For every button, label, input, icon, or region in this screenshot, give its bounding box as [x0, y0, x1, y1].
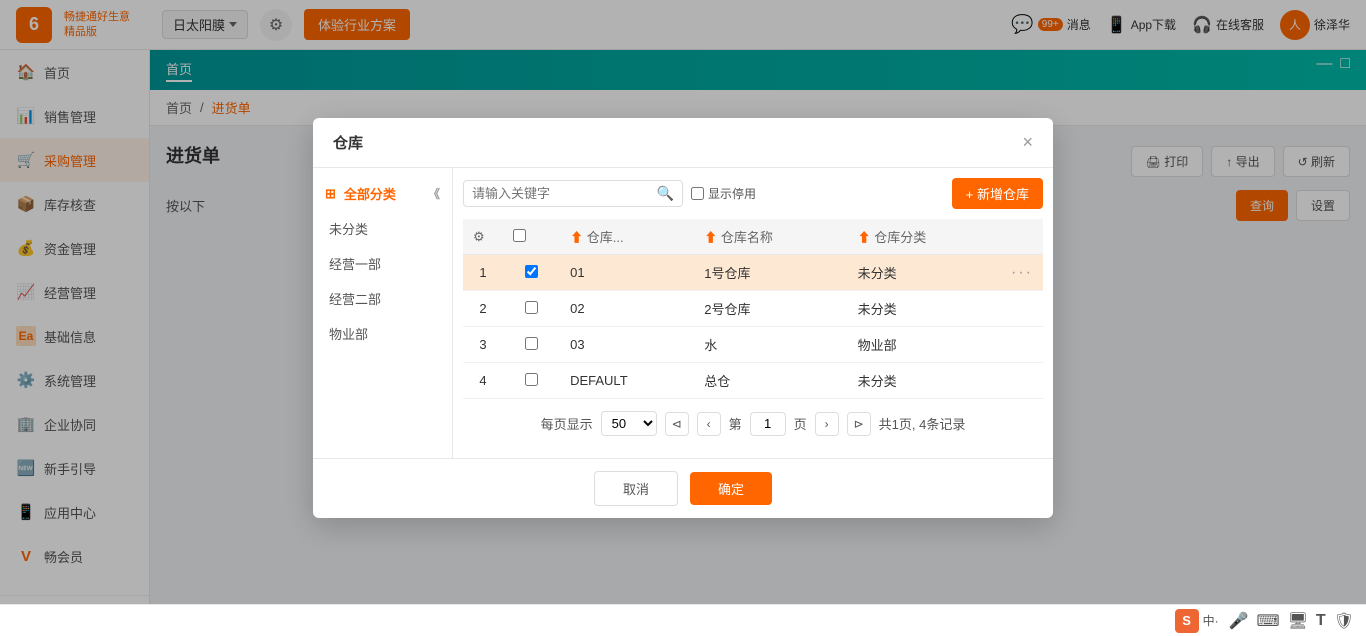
table-row: 2 02 2号仓库 未分类: [463, 291, 1043, 327]
bottom-logo-label: 中·: [1203, 612, 1219, 629]
row-name: 1号仓库: [694, 255, 847, 291]
row-checkbox[interactable]: [503, 291, 560, 327]
s-logo-icon: S: [1175, 609, 1199, 633]
col-settings: ⚙: [463, 219, 503, 255]
cat-item-unclassified[interactable]: 未分类: [313, 211, 452, 246]
row-select-checkbox[interactable]: [525, 337, 538, 350]
last-page-btn[interactable]: ⊳: [847, 412, 871, 436]
row-num: 4: [463, 363, 503, 399]
row-num: 3: [463, 327, 503, 363]
pagination: 每页显示 50 10 20 100 ⊲ ‹ 第 页 › ⊳ 共1页, 4条记录: [463, 399, 1043, 448]
cat-item-dept2[interactable]: 经营二部: [313, 281, 452, 316]
cat-item-property[interactable]: 物业部: [313, 316, 452, 351]
modal-footer: 取消 确定: [313, 458, 1053, 518]
row-name: 总仓: [694, 363, 847, 399]
row-code: 02: [560, 291, 694, 327]
settings-icon[interactable]: ⚙: [473, 229, 485, 244]
warehouse-modal: 仓库 × ⊞ 全部分类 《 未分类 经营一部 经营二部 物业部: [313, 118, 1053, 518]
modal-header: 仓库 ×: [313, 118, 1053, 168]
keyboard-icon[interactable]: ⌨: [1257, 611, 1280, 631]
table-row: 3 03 水 物业部: [463, 327, 1043, 363]
row-category: 物业部: [848, 327, 1001, 363]
collapse-btn[interactable]: 《: [428, 185, 440, 202]
category-panel: ⊞ 全部分类 《 未分类 经营一部 经营二部 物业部: [313, 168, 453, 458]
page-unit: 页: [794, 414, 807, 433]
modal-close-btn[interactable]: ×: [1022, 132, 1033, 153]
row-num: 1: [463, 255, 503, 291]
row-code: DEFAULT: [560, 363, 694, 399]
table-row: 1 01 1号仓库 未分类 ···: [463, 255, 1043, 291]
search-icon[interactable]: 🔍: [657, 185, 674, 202]
row-select-checkbox[interactable]: [525, 373, 538, 386]
search-input[interactable]: [472, 186, 657, 201]
row-actions-cell: [1001, 291, 1043, 327]
first-page-btn[interactable]: ⊲: [665, 412, 689, 436]
modal-overlay: 仓库 × ⊞ 全部分类 《 未分类 经营一部 经营二部 物业部: [0, 0, 1366, 636]
row-actions-cell: ···: [1001, 255, 1043, 291]
table-row: 4 DEFAULT 总仓 未分类: [463, 363, 1043, 399]
col-actions: [1001, 219, 1043, 255]
row-select-checkbox[interactable]: [525, 265, 538, 278]
row-checkbox[interactable]: [503, 363, 560, 399]
confirm-btn[interactable]: 确定: [690, 472, 772, 505]
row-num: 2: [463, 291, 503, 327]
table-toolbar: 🔍 显示停用 + 新增仓库: [463, 178, 1043, 209]
page-input[interactable]: [750, 412, 786, 436]
row-more-btn[interactable]: ···: [1011, 264, 1033, 281]
grid-icon: ⊞: [325, 186, 336, 202]
next-page-btn[interactable]: ›: [815, 412, 839, 436]
row-code: 03: [560, 327, 694, 363]
show-disabled-toggle[interactable]: 显示停用: [691, 185, 756, 202]
monitor-icon[interactable]: 🖥: [1288, 611, 1308, 631]
select-all-checkbox[interactable]: [513, 229, 526, 242]
bottom-icons: 🎤 ⌨ 🖥 T 🛡: [1229, 611, 1354, 631]
bottom-logo: S 中·: [1175, 609, 1219, 633]
col-name[interactable]: ⬆ 仓库名称: [694, 219, 847, 255]
table-header-row: ⚙ ⬆ 仓库... ⬆ 仓库名称: [463, 219, 1043, 255]
page-label: 第: [729, 414, 742, 433]
mic-icon[interactable]: 🎤: [1229, 611, 1249, 631]
add-warehouse-btn[interactable]: + 新增仓库: [952, 178, 1043, 209]
cancel-btn[interactable]: 取消: [594, 471, 678, 506]
warehouse-table: ⚙ ⬆ 仓库... ⬆ 仓库名称: [463, 219, 1043, 399]
row-category: 未分类: [848, 291, 1001, 327]
row-actions-cell: [1001, 363, 1043, 399]
row-category: 未分类: [848, 363, 1001, 399]
row-code: 01: [560, 255, 694, 291]
row-category: 未分类: [848, 255, 1001, 291]
bottom-bar: S 中· 🎤 ⌨ 🖥 T 🛡: [0, 604, 1366, 636]
shield-icon[interactable]: 🛡: [1334, 611, 1354, 631]
prev-page-btn[interactable]: ‹: [697, 412, 721, 436]
row-name: 2号仓库: [694, 291, 847, 327]
col-checkbox: [503, 219, 560, 255]
row-actions-cell: [1001, 327, 1043, 363]
table-panel: 🔍 显示停用 + 新增仓库 ⚙: [453, 168, 1053, 458]
show-disabled-checkbox[interactable]: [691, 187, 704, 200]
modal-title: 仓库: [333, 132, 363, 153]
row-select-checkbox[interactable]: [525, 301, 538, 314]
row-name: 水: [694, 327, 847, 363]
per-page-select[interactable]: 50 10 20 100: [601, 411, 657, 436]
page-total: 共1页, 4条记录: [879, 414, 966, 433]
category-header[interactable]: ⊞ 全部分类 《: [313, 176, 452, 211]
search-wrap: 🔍: [463, 180, 683, 207]
col-category[interactable]: ⬆ 仓库分类: [848, 219, 1001, 255]
cat-item-dept1[interactable]: 经营一部: [313, 246, 452, 281]
row-checkbox[interactable]: [503, 327, 560, 363]
per-page-label: 每页显示: [541, 414, 593, 433]
text-icon[interactable]: T: [1316, 612, 1326, 630]
modal-body: ⊞ 全部分类 《 未分类 经营一部 经营二部 物业部 🔍: [313, 168, 1053, 458]
col-code[interactable]: ⬆ 仓库...: [560, 219, 694, 255]
row-checkbox[interactable]: [503, 255, 560, 291]
